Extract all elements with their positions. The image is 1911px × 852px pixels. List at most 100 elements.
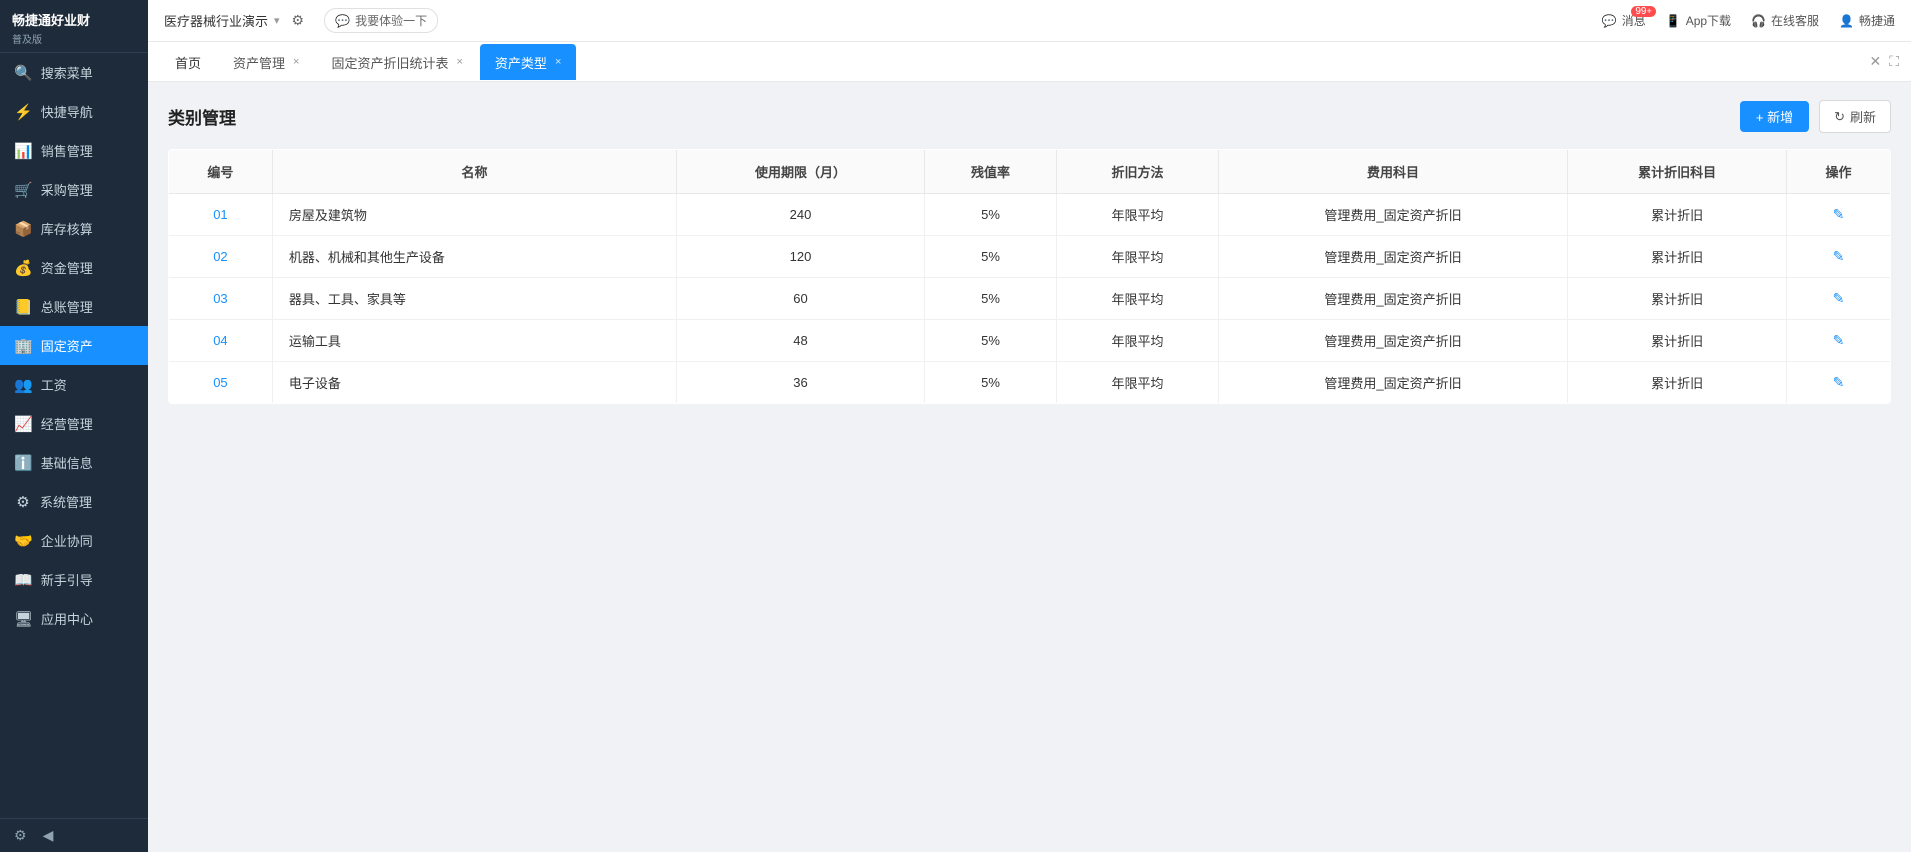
sidebar-item-系统管理[interactable]: ⚙系统管理 bbox=[0, 482, 148, 521]
col-header-6: 累计折旧科目 bbox=[1568, 150, 1787, 194]
tab-close-1[interactable]: × bbox=[293, 56, 299, 68]
message-item[interactable]: 💬 消息 99+ bbox=[1602, 12, 1646, 29]
tab-actions: ✕ ⛶ bbox=[1869, 53, 1899, 70]
sidebar-label-8: 工资 bbox=[41, 375, 67, 394]
cell-cost-2: 管理费用_固定资产折旧 bbox=[1218, 278, 1568, 320]
cell-code-2: 03 bbox=[169, 278, 273, 320]
cell-code-1: 02 bbox=[169, 236, 273, 278]
sidebar-icon-12: 🤝 bbox=[14, 532, 33, 550]
sidebar-label-4: 库存核算 bbox=[41, 219, 93, 238]
cell-code-0: 01 bbox=[169, 194, 273, 236]
sidebar-item-应用中心[interactable]: 🖥应用中心 bbox=[0, 599, 148, 638]
sidebar-item-快捷导航[interactable]: ⚡ 快捷导航 bbox=[0, 92, 148, 131]
tabbar: 首页资产管理×固定资产折旧统计表×资产类型× ✕ ⛶ bbox=[148, 42, 1911, 82]
header-row: 编号名称使用期限（月）残值率折旧方法费用科目累计折旧科目操作 bbox=[169, 150, 1891, 194]
cell-name-0: 房屋及建筑物 bbox=[272, 194, 676, 236]
sidebar-icon-6: 📒 bbox=[14, 298, 33, 316]
collapse-icon[interactable]: ◀ bbox=[43, 827, 54, 844]
sidebar-item-固定资产[interactable]: 🏢固定资产 bbox=[0, 326, 148, 365]
tab-maximize-icon[interactable]: ⛶ bbox=[1889, 53, 1899, 70]
sidebar-item-资金管理[interactable]: 💰资金管理 bbox=[0, 248, 148, 287]
sidebar-label-1: 快捷导航 bbox=[41, 102, 93, 121]
table-header: 编号名称使用期限（月）残值率折旧方法费用科目累计折旧科目操作 bbox=[169, 150, 1891, 194]
tab-label-0: 首页 bbox=[175, 53, 201, 72]
sidebar-item-销售管理[interactable]: 📊销售管理 bbox=[0, 131, 148, 170]
edit-icon-3[interactable]: ✎ bbox=[1833, 332, 1845, 348]
cell-period-2: 60 bbox=[677, 278, 925, 320]
tab-资产管理[interactable]: 资产管理× bbox=[218, 44, 314, 80]
sidebar-item-基础信息[interactable]: ℹ️ 基础信息 bbox=[0, 443, 148, 482]
app-subtitle: 普及版 bbox=[12, 31, 136, 46]
customer-service-item[interactable]: 🎧 在线客服 bbox=[1751, 12, 1819, 29]
cell-edit-4[interactable]: ✎ bbox=[1787, 362, 1891, 404]
settings-icon[interactable]: ⚙ bbox=[14, 827, 27, 844]
module-dropdown-icon: ▾ bbox=[274, 14, 280, 27]
cell-edit-0[interactable]: ✎ bbox=[1787, 194, 1891, 236]
cell-edit-2[interactable]: ✎ bbox=[1787, 278, 1891, 320]
app-download-icon: 📱 bbox=[1666, 14, 1681, 28]
page-title: 类别管理 bbox=[168, 104, 236, 129]
cell-edit-1[interactable]: ✎ bbox=[1787, 236, 1891, 278]
edit-icon-1[interactable]: ✎ bbox=[1833, 248, 1845, 264]
module-selector[interactable]: 医疗器械行业演示 ▾ bbox=[164, 11, 280, 30]
cell-accum-1: 累计折旧 bbox=[1568, 236, 1787, 278]
tab-首页[interactable]: 首页 bbox=[160, 44, 216, 80]
tab-固定资产折旧统计表[interactable]: 固定资产折旧统计表 × bbox=[316, 44, 477, 80]
sidebar: 畅捷通好业财 普及版 🔍 搜索菜单 ⚡ 快捷导航 📊销售管理🛒采购管理 📦 库存核算 💰资金管… bbox=[0, 0, 148, 852]
app-title: 畅捷通好业财 bbox=[12, 10, 136, 29]
sidebar-item-库存核算[interactable]: 📦 库存核算 bbox=[0, 209, 148, 248]
topbar-right: 💬 消息 99+ 📱 App下载 🎧 在线客服 👤 畅捷通 bbox=[1602, 12, 1895, 29]
col-header-3: 残值率 bbox=[924, 150, 1057, 194]
app-download-item[interactable]: 📱 App下载 bbox=[1666, 12, 1731, 29]
table-row: 03器具、工具、家具等605%年限平均管理费用_固定资产折旧累计折旧✎ bbox=[169, 278, 1891, 320]
tab-close-2[interactable]: × bbox=[456, 56, 462, 68]
cell-period-1: 120 bbox=[677, 236, 925, 278]
sidebar-item-搜索菜单[interactable]: 🔍 搜索菜单 bbox=[0, 53, 148, 92]
sidebar-icon-4: 📦 bbox=[14, 220, 33, 238]
sidebar-icon-10: ℹ️ bbox=[14, 454, 33, 472]
cell-residual-4: 5% bbox=[924, 362, 1057, 404]
refresh-button[interactable]: ↻ 刷新 bbox=[1819, 100, 1891, 133]
topbar-settings-icon[interactable]: ⚙ bbox=[292, 12, 305, 29]
cell-name-1: 机器、机械和其他生产设备 bbox=[272, 236, 676, 278]
col-header-0: 编号 bbox=[169, 150, 273, 194]
tab-label-2: 固定资产折旧统计表 bbox=[331, 53, 448, 72]
cell-cost-3: 管理费用_固定资产折旧 bbox=[1218, 320, 1568, 362]
sidebar-icon-7: 🏢 bbox=[14, 337, 33, 355]
user-item[interactable]: 👤 畅捷通 bbox=[1839, 12, 1895, 29]
sidebar-item-总账管理[interactable]: 📒总账管理 bbox=[0, 287, 148, 326]
header-actions: + 新增 ↻ 刷新 bbox=[1740, 100, 1891, 133]
tab-close-3[interactable]: × bbox=[555, 56, 561, 68]
cell-accum-3: 累计折旧 bbox=[1568, 320, 1787, 362]
sidebar-label-10: 基础信息 bbox=[41, 453, 93, 472]
col-header-4: 折旧方法 bbox=[1057, 150, 1218, 194]
sidebar-item-企业协同[interactable]: 🤝企业协同 bbox=[0, 521, 148, 560]
sidebar-item-采购管理[interactable]: 🛒采购管理 bbox=[0, 170, 148, 209]
cell-edit-3[interactable]: ✎ bbox=[1787, 320, 1891, 362]
message-badge: 99+ bbox=[1631, 6, 1655, 17]
sidebar-label-5: 资金管理 bbox=[41, 258, 93, 277]
cell-period-3: 48 bbox=[677, 320, 925, 362]
cell-name-3: 运输工具 bbox=[272, 320, 676, 362]
tab-资产类型[interactable]: 资产类型× bbox=[480, 44, 576, 80]
cell-method-1: 年限平均 bbox=[1057, 236, 1218, 278]
sidebar-icon-0: 🔍 bbox=[14, 64, 33, 82]
sidebar-item-经营管理[interactable]: 📈经营管理 bbox=[0, 404, 148, 443]
table-row: 01房屋及建筑物2405%年限平均管理费用_固定资产折旧累计折旧✎ bbox=[169, 194, 1891, 236]
edit-icon-4[interactable]: ✎ bbox=[1833, 374, 1845, 390]
sidebar-bottom: ⚙ ◀ bbox=[0, 818, 148, 852]
sidebar-label-9: 经营管理 bbox=[41, 414, 93, 433]
sidebar-item-新手引导[interactable]: 📖新手引导 bbox=[0, 560, 148, 599]
sidebar-item-工资[interactable]: 👥工资 bbox=[0, 365, 148, 404]
sidebar-icon-1: ⚡ bbox=[14, 103, 33, 121]
cell-residual-3: 5% bbox=[924, 320, 1057, 362]
new-button[interactable]: + 新增 bbox=[1740, 101, 1809, 132]
table-body: 01房屋及建筑物2405%年限平均管理费用_固定资产折旧累计折旧✎02机器、机械… bbox=[169, 194, 1891, 404]
experience-button[interactable]: 💬 我要体验一下 bbox=[324, 8, 438, 33]
cell-cost-4: 管理费用_固定资产折旧 bbox=[1218, 362, 1568, 404]
sidebar-label-0: 搜索菜单 bbox=[41, 63, 93, 82]
user-label: 畅捷通 bbox=[1859, 12, 1895, 29]
edit-icon-0[interactable]: ✎ bbox=[1833, 206, 1845, 222]
tab-close-icon[interactable]: ✕ bbox=[1869, 53, 1881, 70]
edit-icon-2[interactable]: ✎ bbox=[1833, 290, 1845, 306]
